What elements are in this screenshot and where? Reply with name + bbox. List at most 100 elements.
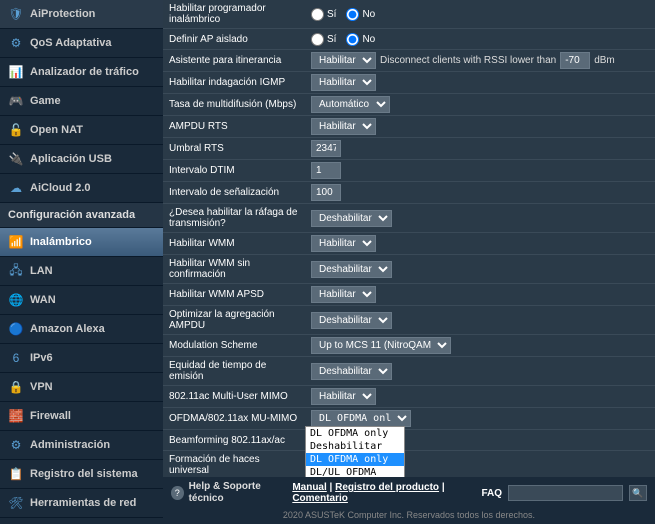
airtime-select[interactable]: Deshabilitar [311, 363, 392, 380]
ampdu-rts-select[interactable]: Habilitar [311, 118, 376, 135]
ofdma-option[interactable]: Deshabilitar [306, 440, 404, 453]
sidebar-item-syslog[interactable]: 📋Registro del sistema [0, 460, 163, 489]
register-link[interactable]: Registro del producto [335, 482, 439, 493]
rssi-unit: dBm [594, 55, 615, 66]
help-link[interactable]: Help & Soporte técnico [189, 481, 288, 505]
usb-app-icon: 🔌 [8, 151, 24, 167]
sidebar-item-qos[interactable]: ⚙ QoS Adaptativa [0, 29, 163, 58]
sidebar-item-aiprotection[interactable]: 🛡 AiProtection [0, 0, 163, 29]
sidebar-item-vpn[interactable]: 🔒VPN [0, 373, 163, 402]
radio-group: Sí No [311, 8, 375, 21]
ofdma-option[interactable]: DL/UL OFDMA [306, 466, 404, 477]
row-label: Tasa de multidifusión (Mbps) [163, 96, 305, 113]
faq-link[interactable]: FAQ [481, 488, 502, 499]
row-label: Habilitar WMM [163, 235, 305, 252]
ofdma-select[interactable]: DL OFDMA only [311, 410, 411, 427]
sidebar-item-game[interactable]: 🎮 Game [0, 87, 163, 116]
sidebar-item-label: AiProtection [30, 8, 95, 20]
sidebar-item-traffic-analyzer[interactable]: 📊Analizador de tráfico [0, 58, 163, 87]
sidebar-item-label: QoS Adaptativa [30, 37, 112, 49]
txburst-select[interactable]: Deshabilitar [311, 210, 392, 227]
radio-si[interactable] [311, 33, 324, 46]
ofdma-dropdown: DL OFDMA onlyDeshabilitarDL OFDMA onlyDL… [305, 426, 405, 477]
ipv6-icon: 6 [8, 350, 24, 366]
mumimo-select[interactable]: Habilitar [311, 388, 376, 405]
sidebar-item-usb-app[interactable]: 🔌 Aplicación USB [0, 145, 163, 174]
open-nat-icon: 🔓 [8, 122, 24, 138]
multicast-select[interactable]: Automático [311, 96, 390, 113]
row-label: Intervalo de señalización [163, 184, 305, 201]
radio-si[interactable] [311, 8, 324, 21]
wmm-select[interactable]: Habilitar [311, 235, 376, 252]
row-label: Optimizar la agregación AMPDU [163, 306, 305, 334]
lan-icon: 🖧 [8, 263, 24, 279]
firewall-icon: 🧱 [8, 408, 24, 424]
ampdu-opt-select[interactable]: Deshabilitar [311, 312, 392, 329]
help-icon[interactable]: ? [171, 486, 184, 500]
row-label: Habilitar indagación IGMP [163, 74, 305, 91]
sidebar-item-label: WAN [30, 294, 56, 306]
game-icon: 🎮 [8, 93, 24, 109]
search-button[interactable]: 🔍 [629, 485, 647, 501]
settings-list: Habilitar programador inalámbrico Sí No … [163, 0, 655, 477]
sidebar-item-label: Firewall [30, 410, 71, 422]
wmm-noack-select[interactable]: Deshabilitar [311, 261, 392, 278]
row-label: Intervalo DTIM [163, 162, 305, 179]
qos-icon: ⚙ [8, 35, 24, 51]
copyright: 2020 ASUSTeK Computer Inc. Reservados to… [171, 508, 647, 520]
sidebar-item-label: Amazon Alexa [30, 323, 105, 335]
row-label: Formación de haces universal [163, 451, 305, 477]
admin-icon: ⚙ [8, 437, 24, 453]
footer-links: Manual | Registro del producto | Comenta… [292, 482, 481, 504]
aiprotection-icon: 🛡 [8, 6, 24, 22]
sidebar-item-firewall[interactable]: 🧱 Firewall [0, 402, 163, 431]
sidebar-item-alexa[interactable]: 🔵 Amazon Alexa [0, 315, 163, 344]
row-label: Habilitar WMM APSD [163, 286, 305, 303]
sidebar-item-lan[interactable]: 🖧 LAN [0, 257, 163, 286]
row-label: OFDMA/802.11ax MU-MIMO [163, 410, 305, 427]
row-label: ¿Desea habilitar la ráfaga de transmisió… [163, 204, 305, 232]
sidebar-item-wireless[interactable]: 📶Inalámbrico [0, 228, 163, 257]
sidebar-item-label: Game [30, 95, 61, 107]
footer: ? Help & Soporte técnico Manual | Regist… [163, 477, 655, 524]
sidebar-item-open-nat[interactable]: 🔓 Open NAT [0, 116, 163, 145]
rts-threshold-input[interactable] [311, 140, 341, 157]
sidebar-item-label: Aplicación USB [30, 153, 112, 165]
sidebar-item-label: Analizador de tráfico [30, 66, 139, 78]
roaming-select[interactable]: Habilitar [311, 52, 376, 69]
sidebar: 🛡 AiProtection ⚙ QoS Adaptativa 📊Analizador … [0, 0, 163, 524]
wireless-icon: 📶 [8, 234, 24, 250]
sidebar-item-wan[interactable]: 🌐 WAN [0, 286, 163, 315]
sidebar-item-label: Herramientas de red [30, 497, 136, 509]
ofdma-option[interactable]: DL OFDMA only [306, 427, 404, 440]
search-input[interactable] [508, 485, 623, 501]
dtim-input[interactable] [311, 162, 341, 179]
sidebar-item-label: LAN [30, 265, 53, 277]
manual-link[interactable]: Manual [292, 482, 326, 493]
syslog-icon: 📋 [8, 466, 24, 482]
ofdma-option[interactable]: DL OFDMA only [306, 453, 404, 466]
alexa-icon: 🔵 [8, 321, 24, 337]
wmm-apsd-select[interactable]: Habilitar [311, 286, 376, 303]
sidebar-item-label: AiCloud 2.0 [30, 182, 91, 194]
feedback-link[interactable]: Comentario [292, 493, 348, 504]
row-label: Habilitar programador inalámbrico [163, 0, 305, 28]
row-label: Beamforming 802.11ax/ac [163, 432, 305, 449]
igmp-select[interactable]: Habilitar [311, 74, 376, 91]
row-label: Habilitar WMM sin confirmación [163, 255, 305, 283]
sidebar-item-aicloud[interactable]: ☁AiCloud 2.0 [0, 174, 163, 203]
sidebar-item-admin[interactable]: ⚙ Administración [0, 431, 163, 460]
wan-icon: 🌐 [8, 292, 24, 308]
sidebar-item-label: Administración [30, 439, 110, 451]
sidebar-item-ipv6[interactable]: 6IPv6 [0, 344, 163, 373]
sidebar-item-nettools[interactable]: 🛠Herramientas de red [0, 489, 163, 518]
sidebar-item-label: Open NAT [30, 124, 83, 136]
rssi-input[interactable] [560, 52, 590, 69]
radio-no[interactable] [346, 33, 359, 46]
beacon-input[interactable] [311, 184, 341, 201]
row-label: Definir AP aislado [163, 31, 305, 48]
modulation-select[interactable]: Up to MCS 11 (NitroQAM/1024-QAM) [311, 337, 451, 354]
radio-no[interactable] [346, 8, 359, 21]
row-label: Asistente para itinerancia [163, 52, 305, 69]
row-label: Modulation Scheme [163, 337, 305, 354]
